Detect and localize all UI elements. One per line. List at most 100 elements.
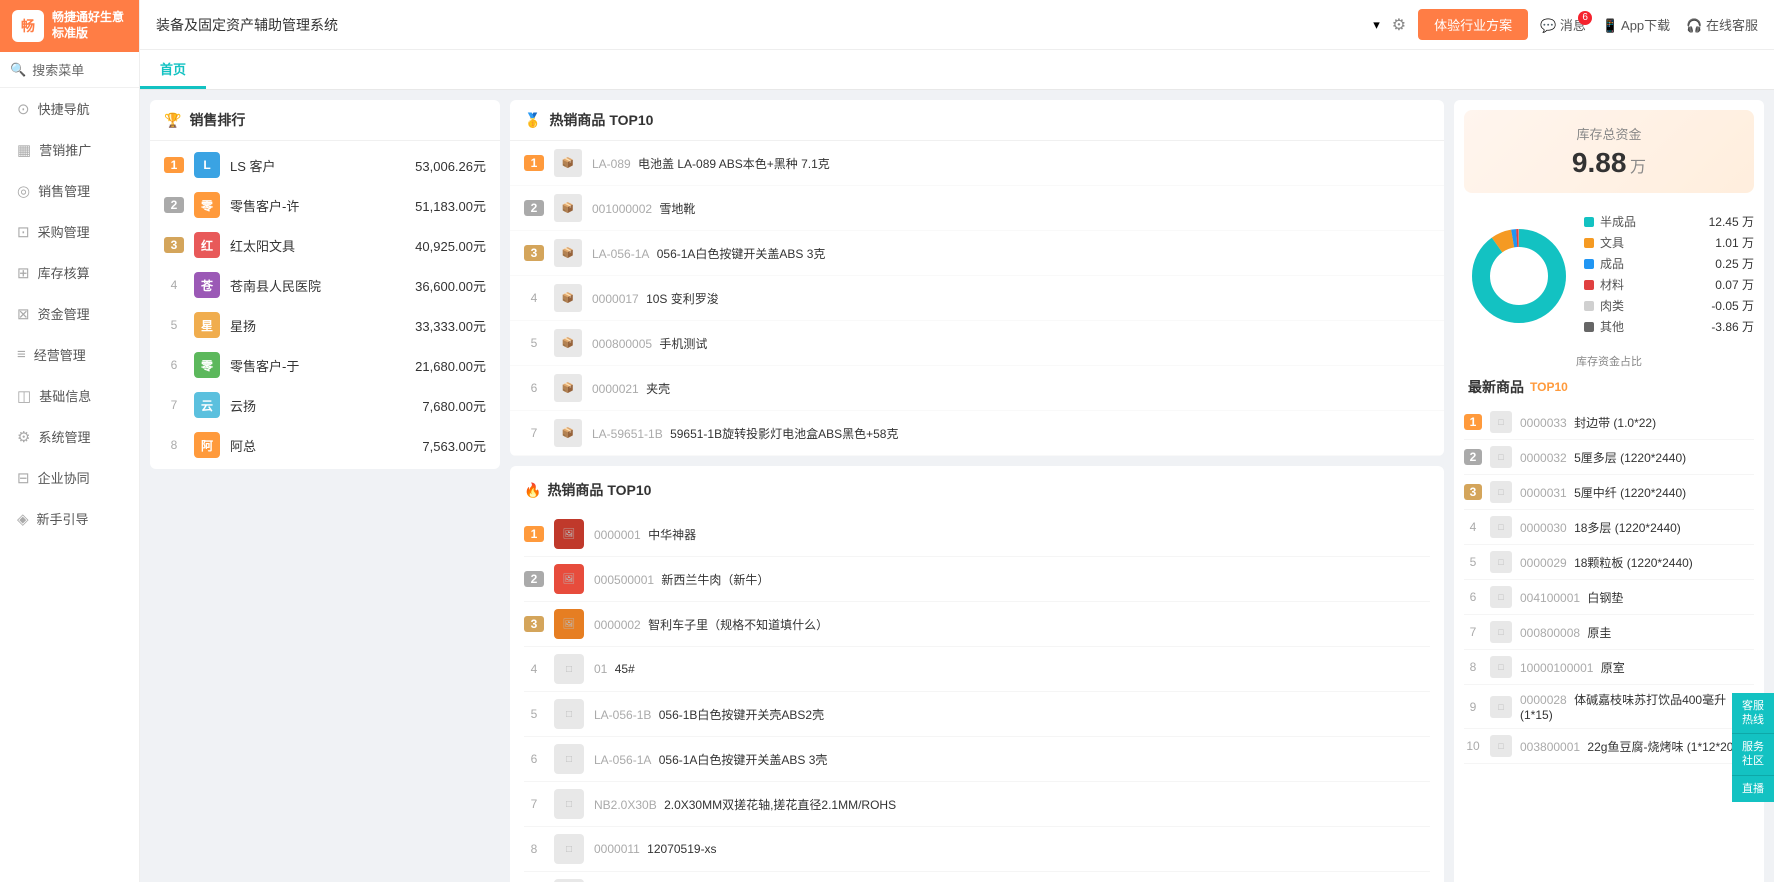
product-rank-item: 3 📦 LA-056-1A 056-1A白色按键开关盖ABS 3克 bbox=[510, 231, 1444, 276]
sidebar-item-finance[interactable]: ⊠ 资金管理 bbox=[0, 293, 139, 334]
hot-code: 01 bbox=[594, 662, 607, 676]
product-rank-item: 6 📦 0000021 夹壳 bbox=[510, 366, 1444, 411]
rank-name: 星扬 bbox=[230, 316, 405, 335]
legend-value: 0.07 万 bbox=[1715, 276, 1754, 293]
app-download[interactable]: 📱 App下载 bbox=[1602, 15, 1670, 34]
sidebar-item-enterprise[interactable]: ⊟ 企业协同 bbox=[0, 457, 139, 498]
product-name: 电池盖 LA-089 ABS本色+黑种 7.1克 bbox=[638, 157, 830, 171]
product-thumb: 📦 bbox=[554, 284, 582, 312]
sidebar-item-purchase[interactable]: ⊡ 采购管理 bbox=[0, 211, 139, 252]
rank-avatar: 苍 bbox=[194, 272, 220, 298]
product-name: 雪地靴 bbox=[659, 202, 695, 216]
hot-rank: 4 bbox=[524, 662, 544, 676]
product-rank-item: 5 📦 000800005 手机测试 bbox=[510, 321, 1444, 366]
legend-label: 半成品 bbox=[1600, 213, 1703, 230]
sidebar: 畅 畅捷通好生意 标准版 🔍 搜索菜单 ⊙ 快捷导航 ▦ 营销推广 ◎ 销售管理… bbox=[0, 0, 140, 882]
new-product-item: 3 □ 0000031 5厘中纤 (1220*2440) bbox=[1464, 475, 1754, 510]
hot-code: 000500001 bbox=[594, 573, 654, 587]
right-panel: 库存总资金 9.88 万 bbox=[1454, 100, 1764, 882]
online-service[interactable]: 🎧 在线客服 bbox=[1686, 15, 1758, 34]
dashboard-columns: 🏆 销售排行 1 L LS 客户 53,006.26元 2 零 零售客户-许 5… bbox=[140, 90, 1774, 882]
sidebar-item-quick-nav[interactable]: ⊙ 快捷导航 bbox=[0, 88, 139, 129]
sales-rank-item: 4 苍 苍南县人民医院 36,600.00元 bbox=[150, 265, 500, 305]
new-product-item: 2 □ 0000032 5厘多层 (1220*2440) bbox=[1464, 440, 1754, 475]
rank-number: 5 bbox=[164, 318, 184, 332]
legend-label: 成品 bbox=[1600, 255, 1709, 272]
np-rank: 2 bbox=[1464, 449, 1482, 465]
product-thumb: 📦 bbox=[554, 329, 582, 357]
sidebar-item-basic[interactable]: ◫ 基础信息 bbox=[0, 375, 139, 416]
legend-label: 文具 bbox=[1600, 234, 1709, 251]
rank-amount: 40,925.00元 bbox=[415, 236, 486, 255]
rank-number: 8 bbox=[164, 438, 184, 452]
product-rank-list: 1 📦 LA-089 电池盖 LA-089 ABS本色+黑种 7.1克 2 📦 … bbox=[510, 141, 1444, 456]
new-product-item: 1 □ 0000033 封边带 (1.0*22) bbox=[1464, 405, 1754, 440]
product-name: 10S 变利罗浚 bbox=[646, 292, 719, 306]
legend-value: 0.25 万 bbox=[1715, 255, 1754, 272]
legend-item: 成品 0.25 万 bbox=[1584, 255, 1754, 272]
headset-icon: 🎧 bbox=[1686, 18, 1702, 33]
rank-number: 4 bbox=[524, 291, 544, 305]
sidebar-item-operation[interactable]: ≡ 经营管理 bbox=[0, 334, 139, 375]
sidebar-item-inventory[interactable]: ⊞ 库存核算 bbox=[0, 252, 139, 293]
product-name: 056-1A白色按键开关盖ABS 3克 bbox=[657, 247, 826, 261]
np-rank: 5 bbox=[1464, 555, 1482, 569]
np-thumb: □ bbox=[1490, 656, 1512, 678]
rank-number: 4 bbox=[164, 278, 184, 292]
rank-name: 阿总 bbox=[230, 436, 412, 455]
system-dropdown[interactable]: ▾ bbox=[1373, 17, 1380, 33]
inventory-amount: 9.88 bbox=[1572, 147, 1627, 178]
rank-name: 红太阳文具 bbox=[230, 236, 405, 255]
rank-amount: 53,006.26元 bbox=[415, 156, 486, 175]
float-live[interactable]: 直播 bbox=[1732, 776, 1774, 802]
np-thumb: □ bbox=[1490, 696, 1512, 718]
hot-name: 056-1B白色按键开关壳ABS2壳 bbox=[659, 708, 824, 722]
hot-name: 45# bbox=[615, 662, 635, 676]
settings-icon[interactable]: ⚙ bbox=[1392, 15, 1406, 35]
float-customer-service[interactable]: 客服热线 bbox=[1732, 693, 1774, 735]
donut-chart bbox=[1464, 221, 1574, 331]
legend-item: 其他 -3.86 万 bbox=[1584, 318, 1754, 335]
np-thumb: □ bbox=[1490, 551, 1512, 573]
content: 🏆 销售排行 1 L LS 客户 53,006.26元 2 零 零售客户-许 5… bbox=[140, 90, 1774, 882]
new-product-item: 9 □ 0000028 体碱嘉枝味苏打饮品400毫升 (1*15) bbox=[1464, 685, 1754, 729]
rank-name: 零售客户-许 bbox=[230, 196, 405, 215]
sidebar-item-guide[interactable]: ◈ 新手引导 bbox=[0, 498, 139, 539]
hot-products-list: 1 🖼 0000001 中华神器 2 🖼 000500001 新西兰牛肉（新牛）… bbox=[524, 512, 1430, 882]
operation-icon: ≡ bbox=[17, 346, 26, 363]
hot-thumb: □ bbox=[554, 654, 584, 684]
legend-label: 其他 bbox=[1600, 318, 1705, 335]
message-count: 6 bbox=[1578, 11, 1592, 25]
product-name: 手机测试 bbox=[659, 337, 707, 351]
product-thumb: 📦 bbox=[554, 149, 582, 177]
sidebar-search[interactable]: 🔍 搜索菜单 bbox=[0, 52, 139, 88]
product-info: 0000017 10S 变利罗浚 bbox=[592, 290, 719, 307]
sidebar-item-system[interactable]: ⚙ 系统管理 bbox=[0, 416, 139, 457]
np-info: 0000030 18多层 (1220*2440) bbox=[1520, 519, 1681, 536]
sales-rank-item: 3 红 红太阳文具 40,925.00元 bbox=[150, 225, 500, 265]
product-info: LA-089 电池盖 LA-089 ABS本色+黑种 7.1克 bbox=[592, 155, 830, 172]
new-products-list: 1 □ 0000033 封边带 (1.0*22) 2 □ 0000032 5厘多… bbox=[1464, 405, 1754, 764]
message-badge[interactable]: 💬 消息 6 bbox=[1540, 15, 1586, 34]
rank-number: 1 bbox=[524, 155, 544, 171]
inventory-total: 库存总资金 9.88 万 bbox=[1464, 110, 1754, 193]
sidebar-item-sales[interactable]: ◎ 销售管理 bbox=[0, 170, 139, 211]
np-code: 0000031 bbox=[1520, 486, 1567, 500]
basic-icon: ◫ bbox=[17, 387, 31, 405]
np-thumb: □ bbox=[1490, 735, 1512, 757]
new-products-section: 最新商品 TOP10 1 □ 0000033 封边带 (1.0*22) 2 □ … bbox=[1454, 369, 1764, 774]
home-icon: ⊙ bbox=[17, 100, 30, 118]
legend-dot bbox=[1584, 322, 1594, 332]
float-community[interactable]: 服务社区 bbox=[1732, 734, 1774, 776]
hot-product-item: 5 □ LA-056-1B 056-1B白色按键开关壳ABS2壳 bbox=[524, 692, 1430, 737]
sidebar-item-marketing[interactable]: ▦ 营销推广 bbox=[0, 129, 139, 170]
hot-product-item: 3 🖼 0000002 智利车子里（规格不知道填什么） bbox=[524, 602, 1430, 647]
np-code: 0000030 bbox=[1520, 521, 1567, 535]
hot-name: 2.0X30MM双搓花轴,搓花直径2.1MM/ROHS bbox=[664, 798, 896, 812]
np-code: 10000100001 bbox=[1520, 661, 1593, 675]
tab-home[interactable]: 首页 bbox=[140, 50, 206, 89]
rank-avatar: 红 bbox=[194, 232, 220, 258]
rank-number: 6 bbox=[164, 358, 184, 372]
trial-button[interactable]: 体验行业方案 bbox=[1418, 9, 1528, 40]
np-name: 原圭 bbox=[1587, 626, 1611, 640]
